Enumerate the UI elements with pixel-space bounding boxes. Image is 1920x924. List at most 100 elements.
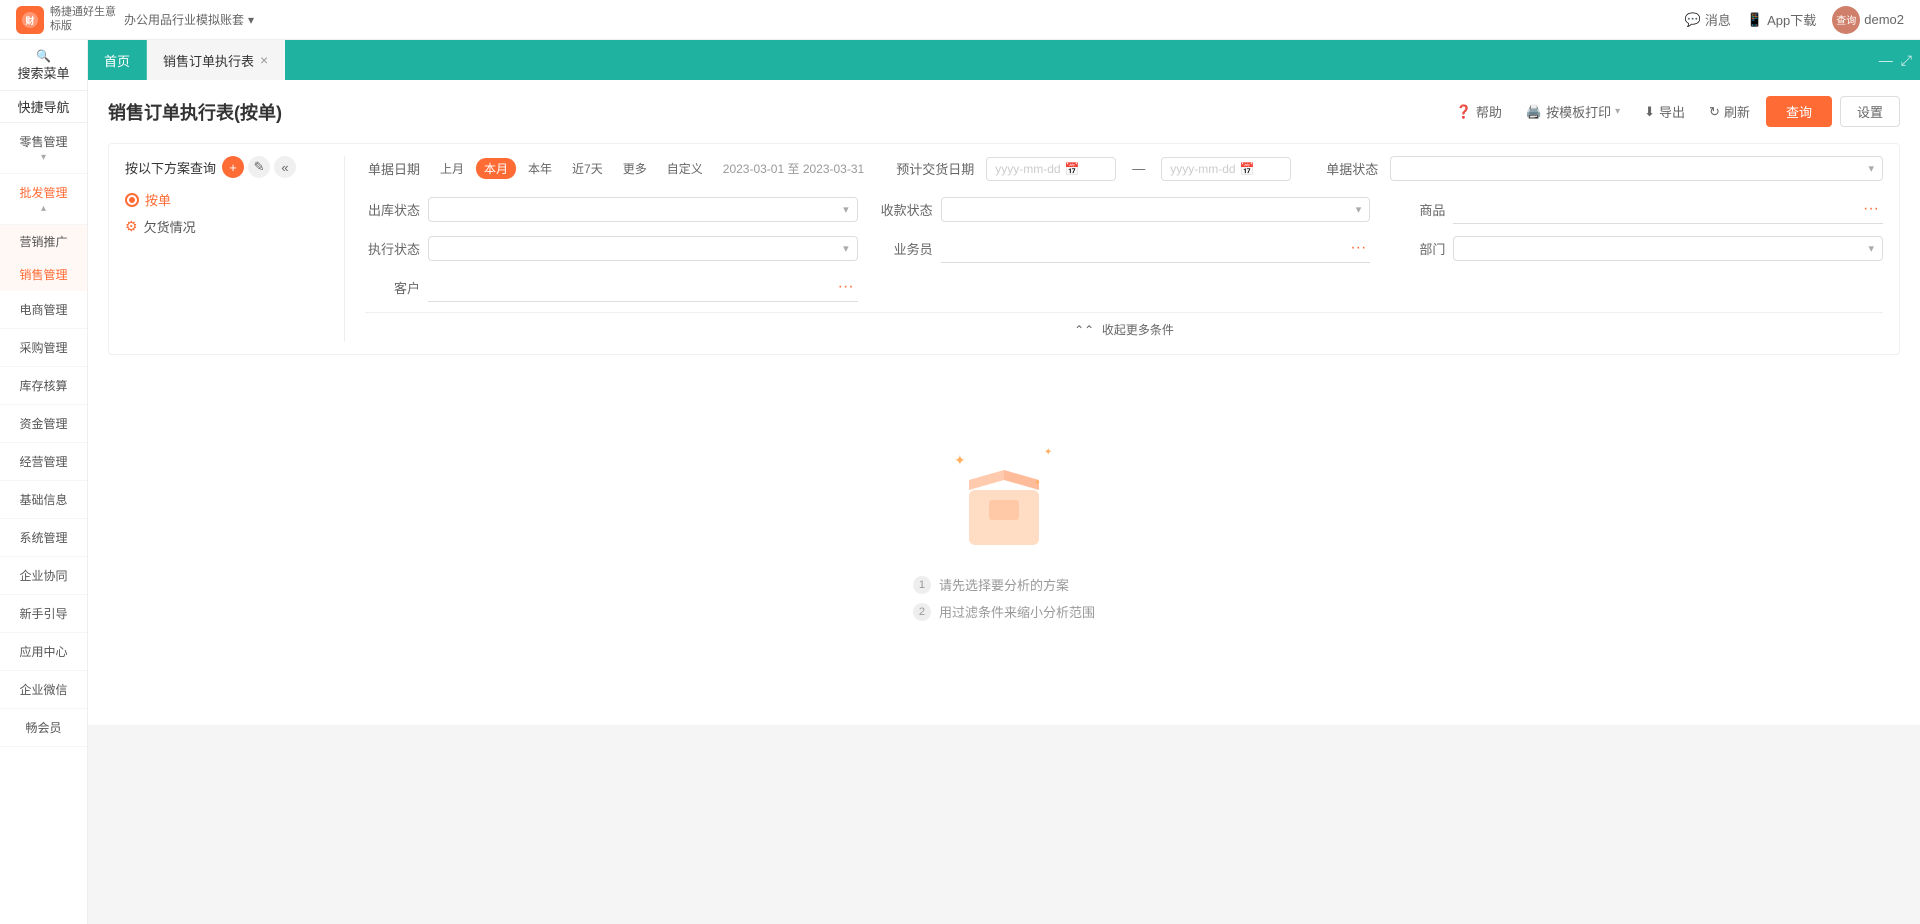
sidebar-item-inventory[interactable]: 库存核算 bbox=[0, 367, 87, 405]
filter-item-payment: 收款状态 ▾ bbox=[878, 195, 1371, 224]
exec-dropdown-icon: ▾ bbox=[843, 242, 849, 255]
page-top-actions: ❓ 帮助 🖨️ 按模板打印 ▾ ⬇ 导出 ↻ bbox=[1448, 96, 1900, 127]
scheme-edit-btn[interactable]: ✎ bbox=[248, 156, 270, 178]
logo-area: 财 畅捷通好生意 标版 bbox=[16, 6, 116, 34]
tab-close-icon[interactable]: × bbox=[260, 52, 268, 68]
sidebar-item-newbie[interactable]: 新手引导 bbox=[0, 595, 87, 633]
sidebar-item-collab[interactable]: 企业协同 bbox=[0, 557, 87, 595]
filter-fields: 单据日期 上月 本月 本年 近7天 更多 自定义 2023-03-01 至 20… bbox=[345, 156, 1883, 342]
scheme-collapse-btn[interactable]: « bbox=[274, 156, 296, 178]
top-bar-left: 财 畅捷通好生意 标版 办公用品行业模拟账套 ▾ bbox=[16, 6, 254, 34]
date-tab-last-month[interactable]: 上月 bbox=[432, 158, 472, 179]
scheme-item-shortage[interactable]: ⚙ 欠货情况 bbox=[125, 213, 328, 240]
date-tabs: 上月 本月 本年 近7天 更多 自定义 bbox=[432, 158, 711, 179]
settings-btn[interactable]: 设置 bbox=[1840, 96, 1900, 127]
outbound-status-select[interactable]: ▾ bbox=[428, 197, 858, 222]
department-select[interactable]: ▾ bbox=[1453, 236, 1883, 261]
status-select[interactable]: ▾ bbox=[1390, 156, 1883, 181]
payment-dropdown-icon: ▾ bbox=[1356, 203, 1362, 216]
filter-grid-row1: 出库状态 ▾ 收款状态 bbox=[365, 195, 1883, 302]
date-label: 单据日期 bbox=[365, 159, 420, 178]
filter-item-department: 部门 ▾ bbox=[1390, 234, 1883, 263]
print-btn[interactable]: 🖨️ 按模板打印 ▾ bbox=[1518, 98, 1628, 125]
sidebar-search-label: 搜索菜单 bbox=[0, 63, 87, 82]
app-icon: 📱 bbox=[1747, 12, 1763, 28]
query-btn[interactable]: 查询 bbox=[1766, 96, 1832, 127]
refresh-btn[interactable]: ↻ 刷新 bbox=[1701, 98, 1758, 125]
chevron-up-icon: ▴ bbox=[41, 203, 46, 214]
date-tab-this-month[interactable]: 本月 bbox=[476, 158, 516, 179]
sidebar-item-sales[interactable]: 销售管理 bbox=[0, 258, 87, 291]
tab-sales-order[interactable]: 销售订单执行表 × bbox=[147, 40, 285, 80]
product-input[interactable]: ··· bbox=[1453, 195, 1883, 224]
tab-minimize-icon[interactable]: — bbox=[1879, 52, 1893, 68]
sidebar-search-btn[interactable]: 🔍 搜索菜单 bbox=[0, 40, 87, 91]
svg-text:✦: ✦ bbox=[1044, 447, 1052, 458]
sidebar-item-purchase[interactable]: 采购管理 bbox=[0, 329, 87, 367]
search-icon: 🔍 bbox=[36, 49, 51, 63]
filter-panel: 按以下方案查询 + ✎ « 按单 bbox=[108, 143, 1900, 355]
top-bar: 财 畅捷通好生意 标版 办公用品行业模拟账套 ▾ 💬 消息 📱 App下载 查询… bbox=[0, 0, 1920, 40]
salesperson-input[interactable]: ··· bbox=[941, 234, 1371, 263]
logo-text: 畅捷通好生意 标版 bbox=[50, 6, 116, 32]
filter-item-salesperson: 业务员 ··· bbox=[878, 234, 1371, 263]
sidebar-item-retail[interactable]: 零售管理 ▾ bbox=[0, 123, 87, 174]
sidebar-item-wholesale[interactable]: 批发管理 ▴ bbox=[0, 174, 87, 225]
chevron-down-icon: ▾ bbox=[41, 152, 46, 163]
sidebar-item-finance[interactable]: 资金管理 bbox=[0, 405, 87, 443]
product-more-icon: ··· bbox=[1863, 200, 1879, 218]
app-download-btn[interactable]: 📱 App下载 bbox=[1747, 10, 1816, 29]
calendar-icon: 📅 bbox=[1065, 162, 1080, 176]
user-avatar-btn[interactable]: 查询 demo2 bbox=[1832, 6, 1904, 34]
date-tab-more[interactable]: 更多 bbox=[615, 158, 655, 179]
department-dropdown-icon: ▾ bbox=[1868, 242, 1874, 255]
refresh-icon: ↻ bbox=[1709, 104, 1720, 120]
empty-state-icon: ✦ ✦ ✦ bbox=[944, 435, 1064, 555]
collapse-bar[interactable]: ⌃⌃ 收起更多条件 bbox=[365, 312, 1883, 342]
scheme-item-order[interactable]: 按单 bbox=[125, 186, 328, 213]
sidebar-item-operations[interactable]: 经营管理 bbox=[0, 443, 87, 481]
filter-item-outbound: 出库状态 ▾ bbox=[365, 195, 858, 224]
sidebar-item-system[interactable]: 系统管理 bbox=[0, 519, 87, 557]
date-tab-this-year[interactable]: 本年 bbox=[520, 158, 560, 179]
sidebar-item-basics[interactable]: 基础信息 bbox=[0, 481, 87, 519]
svg-text:✦: ✦ bbox=[1034, 478, 1041, 487]
scheme-add-btn[interactable]: + bbox=[222, 156, 244, 178]
sidebar-item-app-center[interactable]: 应用中心 bbox=[0, 633, 87, 671]
tab-home[interactable]: 首页 bbox=[88, 40, 147, 80]
salesperson-more-icon: ··· bbox=[1350, 239, 1366, 257]
customer-input[interactable]: ··· bbox=[428, 273, 858, 302]
scheme-panel: 按以下方案查询 + ✎ « 按单 bbox=[125, 156, 345, 342]
date-range-text: 2023-03-01 至 2023-03-31 bbox=[723, 160, 864, 177]
export-btn[interactable]: ⬇ 导出 bbox=[1636, 98, 1693, 125]
exec-status-select[interactable]: ▾ bbox=[428, 236, 858, 261]
scheme-radio-order bbox=[125, 193, 139, 207]
expected-date-label: 预计交货日期 bbox=[896, 159, 974, 178]
date-from-input[interactable]: yyyy-mm-dd 📅 bbox=[986, 157, 1116, 181]
filter-main: 按以下方案查询 + ✎ « 按单 bbox=[125, 156, 1883, 342]
sidebar-item-wechat[interactable]: 企业微信 bbox=[0, 671, 87, 709]
content-area: 首页 销售订单执行表 × — ⤢ 销售订单执行表(按单) ❓ bbox=[88, 40, 1920, 924]
customer-more-icon: ··· bbox=[838, 278, 854, 296]
help-btn[interactable]: ❓ 帮助 bbox=[1448, 98, 1510, 125]
svg-text:财: 财 bbox=[24, 15, 34, 26]
filter-date-row: 单据日期 上月 本月 本年 近7天 更多 自定义 2023-03-01 至 20… bbox=[365, 156, 1883, 181]
avatar: 查询 bbox=[1832, 6, 1860, 34]
sidebar-item-marketing[interactable]: 营销推广 bbox=[0, 225, 87, 258]
date-tab-custom[interactable]: 自定义 bbox=[659, 158, 711, 179]
date-tab-7-days[interactable]: 近7天 bbox=[564, 158, 611, 179]
sidebar-item-ecommerce[interactable]: 电商管理 bbox=[0, 291, 87, 329]
state-hints: 1 请先选择要分析的方案 2 用过滤条件来缩小分析范围 bbox=[913, 575, 1095, 629]
sidebar-quick-btn[interactable]: 快捷导航 bbox=[0, 91, 87, 123]
hint-item-1: 1 请先选择要分析的方案 bbox=[913, 575, 1095, 594]
sidebar-item-member[interactable]: 畅会员 bbox=[0, 709, 87, 747]
filter-item-product: 商品 ··· bbox=[1390, 195, 1883, 224]
status-label: 单据状态 bbox=[1323, 159, 1378, 178]
message-btn[interactable]: 💬 消息 bbox=[1685, 10, 1731, 29]
logo-icon: 财 bbox=[16, 6, 44, 34]
date-to-input[interactable]: yyyy-mm-dd 📅 bbox=[1161, 157, 1291, 181]
message-icon: 💬 bbox=[1685, 12, 1701, 28]
shortage-icon: ⚙ bbox=[125, 218, 138, 235]
payment-status-select[interactable]: ▾ bbox=[941, 197, 1371, 222]
tab-maximize-icon[interactable]: ⤢ bbox=[1901, 52, 1912, 69]
